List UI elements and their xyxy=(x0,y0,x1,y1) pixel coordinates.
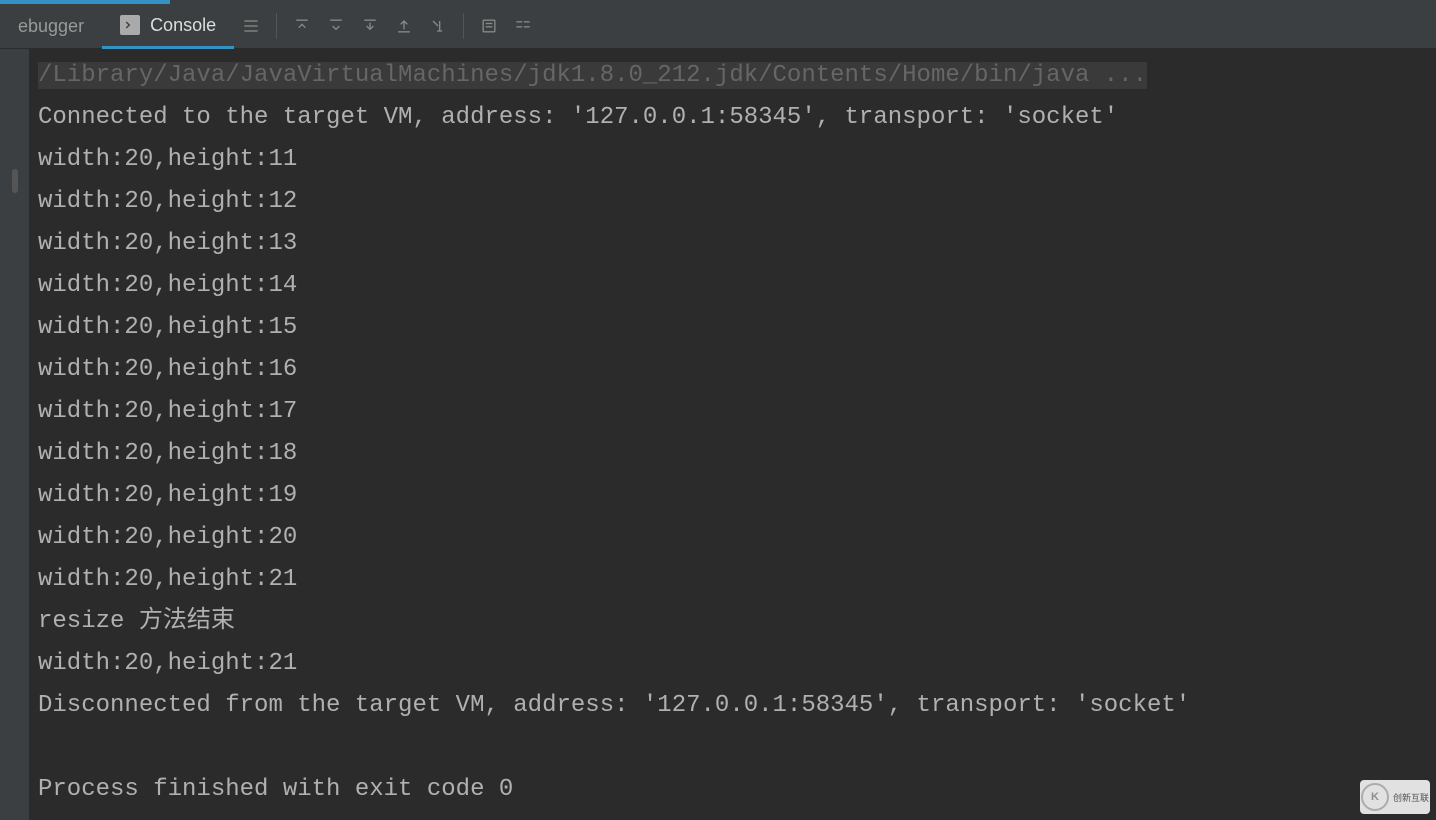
console-line: width:20,height:21 xyxy=(38,643,1428,685)
console-line: width:20,height:16 xyxy=(38,349,1428,391)
body-area: /Library/Java/JavaVirtualMachines/jdk1.8… xyxy=(0,49,1436,820)
console-line xyxy=(38,727,1428,769)
console-line: width:20,height:12 xyxy=(38,181,1428,223)
tab-debugger-label: ebugger xyxy=(18,16,84,37)
console-line: width:20,height:20 xyxy=(38,517,1428,559)
trace-icon[interactable] xyxy=(506,4,540,48)
console-line: width:20,height:15 xyxy=(38,307,1428,349)
evaluate-icon[interactable] xyxy=(472,4,506,48)
console-line: Process finished with exit code 0 xyxy=(38,769,1428,811)
debug-toolbar: ebugger Console xyxy=(0,4,1436,49)
up-stack-icon[interactable] xyxy=(285,4,319,48)
console-line: Disconnected from the target VM, address… xyxy=(38,685,1428,727)
console-line: width:20,height:18 xyxy=(38,433,1428,475)
console-icon xyxy=(120,15,140,35)
separator-2 xyxy=(463,13,464,39)
tab-console[interactable]: Console xyxy=(102,5,234,49)
console-line: width:20,height:21 xyxy=(38,559,1428,601)
console-command-line: /Library/Java/JavaVirtualMachines/jdk1.8… xyxy=(38,55,1428,97)
gutter-marker xyxy=(12,169,18,193)
console-line: Connected to the target VM, address: '12… xyxy=(38,97,1428,139)
watermark-text: 创新互联 xyxy=(1393,791,1429,804)
down-stack-alt-icon[interactable] xyxy=(353,4,387,48)
down-stack-icon[interactable] xyxy=(319,4,353,48)
console-line: width:20,height:11 xyxy=(38,139,1428,181)
separator-1 xyxy=(276,13,277,39)
menu-icon[interactable] xyxy=(234,4,268,48)
console-line: width:20,height:14 xyxy=(38,265,1428,307)
tab-console-label: Console xyxy=(150,15,216,36)
tab-debugger[interactable]: ebugger xyxy=(0,4,102,48)
console-output[interactable]: /Library/Java/JavaVirtualMachines/jdk1.8… xyxy=(30,49,1436,820)
console-line: width:20,height:13 xyxy=(38,223,1428,265)
run-to-cursor-icon[interactable] xyxy=(421,4,455,48)
console-line: resize 方法结束 xyxy=(38,601,1428,643)
watermark-logo-icon: K xyxy=(1361,783,1389,811)
console-line: width:20,height:17 xyxy=(38,391,1428,433)
watermark-badge: K 创新互联 xyxy=(1360,780,1430,814)
upload-icon[interactable] xyxy=(387,4,421,48)
left-gutter xyxy=(0,49,30,820)
java-command-path: /Library/Java/JavaVirtualMachines/jdk1.8… xyxy=(38,62,1147,89)
console-line: width:20,height:19 xyxy=(38,475,1428,517)
